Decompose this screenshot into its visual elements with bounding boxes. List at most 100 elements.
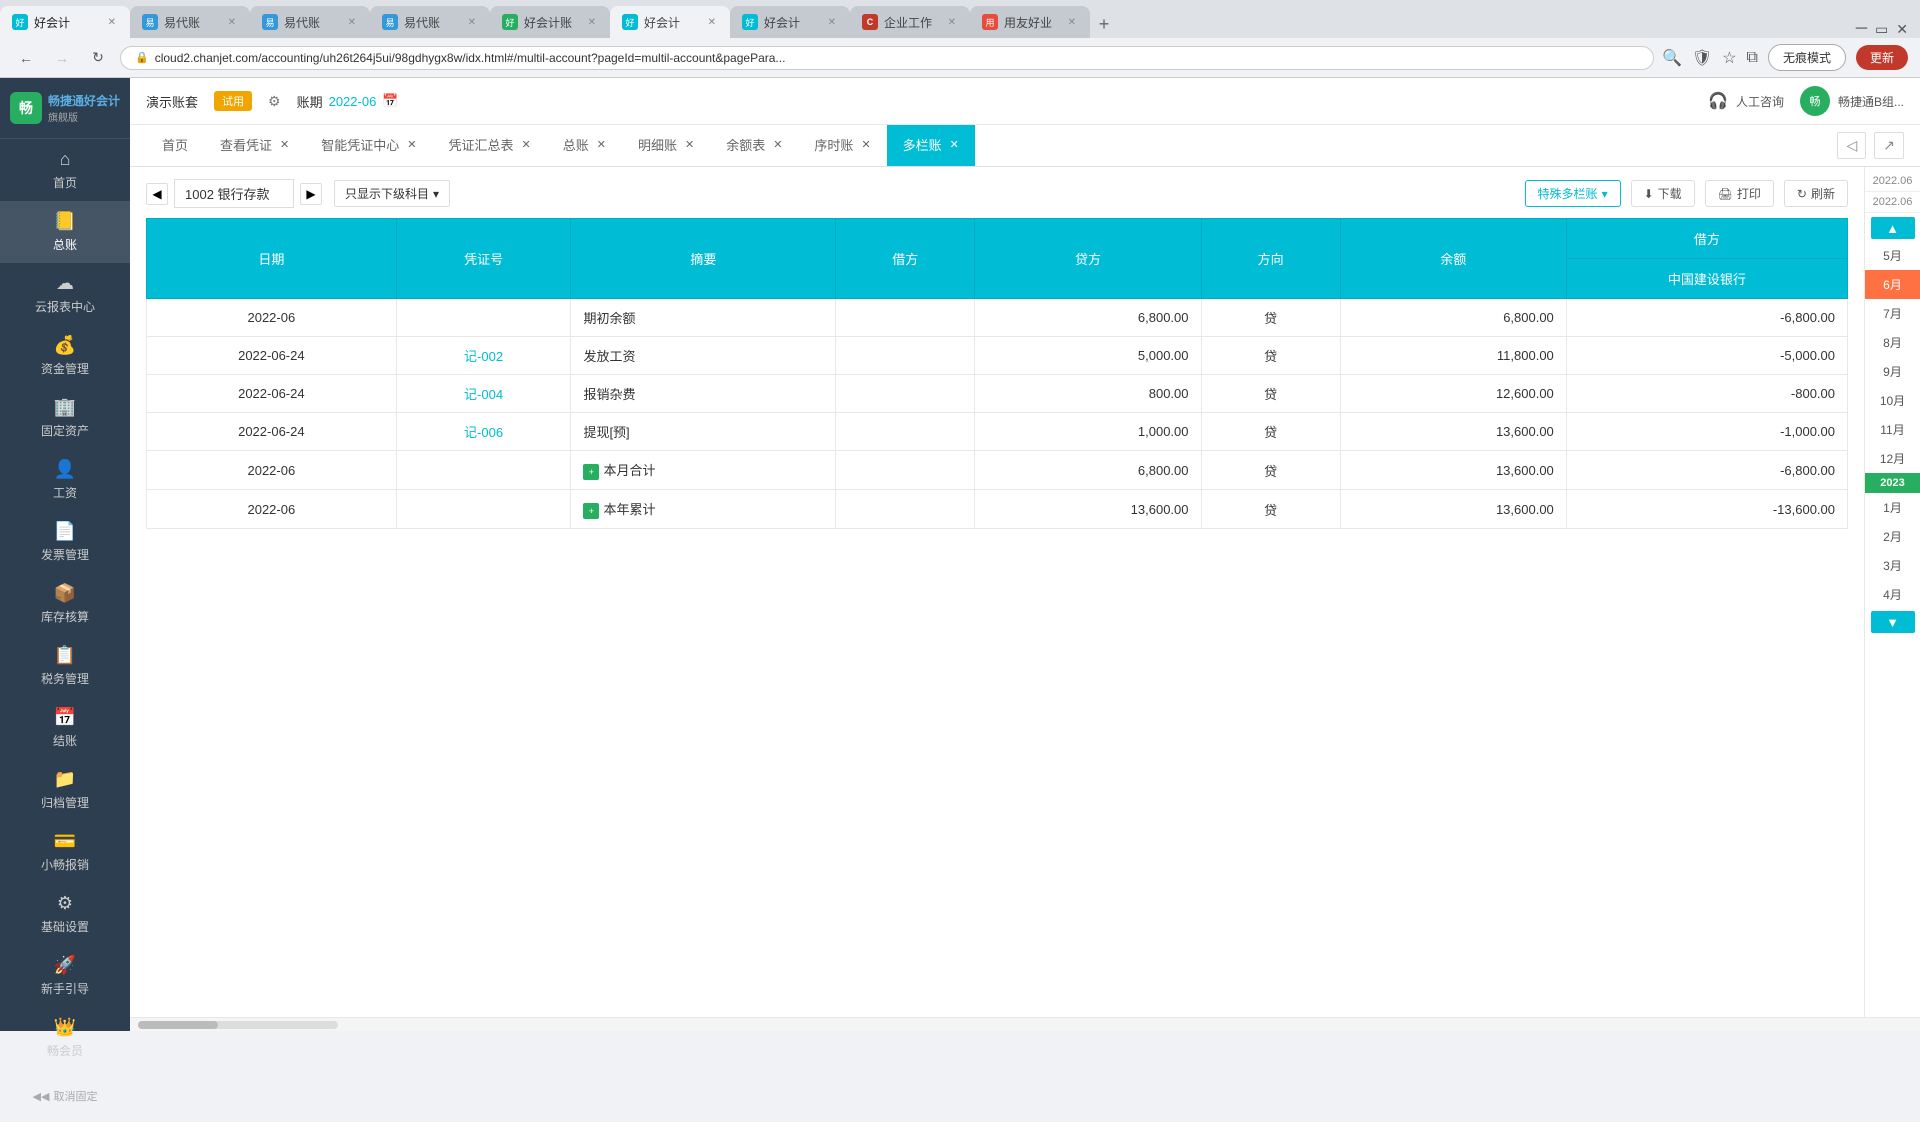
sidebar-item-archive[interactable]: 📁 归档管理 bbox=[0, 759, 130, 821]
sidebar-item-ledger[interactable]: 📒 总账 bbox=[0, 201, 130, 263]
sidebar-item-tax[interactable]: 📋 税务管理 bbox=[0, 635, 130, 697]
browser-tab-5[interactable]: 好 好会计 ✕ bbox=[610, 6, 730, 38]
tab-journal-close[interactable]: ✕ bbox=[861, 138, 870, 151]
tab-close-7[interactable]: ✕ bbox=[946, 15, 958, 30]
tab-close-3[interactable]: ✕ bbox=[466, 15, 478, 30]
user-name[interactable]: 畅捷通B组... bbox=[1838, 93, 1904, 110]
expand-panel-btn[interactable]: ↗ bbox=[1874, 132, 1904, 159]
star-icon[interactable]: ☆ bbox=[1722, 48, 1736, 68]
month-8月[interactable]: 8月 bbox=[1865, 328, 1920, 357]
bottom-scrollbar[interactable] bbox=[130, 1017, 1920, 1031]
search-icon[interactable]: 🔍 bbox=[1662, 48, 1682, 68]
month-2023-4月[interactable]: 4月 bbox=[1865, 580, 1920, 609]
browser-tab-3[interactable]: 易 易代账 ✕ bbox=[370, 6, 490, 38]
sidebar-item-funds[interactable]: 💰 资金管理 bbox=[0, 325, 130, 387]
tab-voucher-view[interactable]: 查看凭证 ✕ bbox=[204, 125, 305, 166]
month-11月[interactable]: 11月 bbox=[1865, 415, 1920, 444]
browser-tab-6[interactable]: 好 好会计 ✕ bbox=[730, 6, 850, 38]
tab-voucher-summary-close[interactable]: ✕ bbox=[522, 138, 531, 151]
browser-tab-7[interactable]: C 企业工作 ✕ bbox=[850, 6, 970, 38]
sidebar-item-settings[interactable]: ⚙ 基础设置 bbox=[0, 883, 130, 945]
sidebar-item-guide[interactable]: 🚀 新手引导 bbox=[0, 945, 130, 1007]
url-bar[interactable]: 🔒 cloud2.chanjet.com/accounting/uh26t264… bbox=[120, 46, 1654, 70]
cell-voucher[interactable]: 记-006 bbox=[396, 413, 571, 451]
tab-home[interactable]: 首页 bbox=[146, 125, 204, 166]
download-btn[interactable]: ⬇ 下载 bbox=[1631, 180, 1695, 207]
month-5月[interactable]: 5月 bbox=[1865, 241, 1920, 270]
settings-topbar-icon[interactable]: ⚙ bbox=[268, 93, 281, 110]
unpin-btn[interactable]: ◀◀ 取消固定 bbox=[0, 1080, 130, 1112]
browser-tab-2[interactable]: 易 易代账 ✕ bbox=[250, 6, 370, 38]
sidebar-item-reports[interactable]: ☁ 云报表中心 bbox=[0, 263, 130, 325]
tab-multi-col[interactable]: 多栏账 ✕ bbox=[887, 125, 975, 166]
forward-btn[interactable]: → bbox=[48, 44, 76, 72]
restore-btn[interactable]: ▭ bbox=[1875, 21, 1888, 38]
tab-close-btn[interactable]: ✕ bbox=[106, 15, 118, 30]
update-btn[interactable]: 更新 bbox=[1856, 45, 1908, 70]
new-tab-btn[interactable]: + bbox=[1090, 10, 1118, 38]
refresh-btn[interactable]: ↻ 刷新 bbox=[1784, 180, 1848, 207]
sidebar-item-assets[interactable]: 🏢 固定资产 bbox=[0, 387, 130, 449]
month-7月[interactable]: 7月 bbox=[1865, 299, 1920, 328]
tab-balance[interactable]: 余额表 ✕ bbox=[710, 125, 798, 166]
tab-balance-close[interactable]: ✕ bbox=[773, 138, 782, 151]
month-2023-3月[interactable]: 3月 bbox=[1865, 551, 1920, 580]
back-btn[interactable]: ← bbox=[12, 44, 40, 72]
tab-close-5[interactable]: ✕ bbox=[706, 15, 718, 30]
refresh-nav-btn[interactable]: ↻ bbox=[84, 44, 112, 72]
tab-detail-ledger[interactable]: 明细账 ✕ bbox=[622, 125, 710, 166]
sidebar-item-home[interactable]: ⌂ 首页 bbox=[0, 139, 130, 201]
tab-close-4[interactable]: ✕ bbox=[586, 15, 598, 30]
stealth-btn[interactable]: 无痕模式 bbox=[1768, 44, 1846, 71]
voucher-link[interactable]: 记-004 bbox=[464, 387, 503, 402]
user-avatar[interactable]: 畅 bbox=[1800, 86, 1830, 116]
user-service-label[interactable]: 人工咨询 bbox=[1736, 93, 1784, 110]
tab-general-ledger-close[interactable]: ✕ bbox=[597, 138, 606, 151]
sidebar-item-expense[interactable]: 💳 小畅报销 bbox=[0, 821, 130, 883]
scroll-down-btn[interactable]: ▼ bbox=[1871, 611, 1915, 633]
month-2023-2月[interactable]: 2月 bbox=[1865, 522, 1920, 551]
close-window-btn[interactable]: ✕ bbox=[1896, 21, 1908, 38]
tab-multi-col-close[interactable]: ✕ bbox=[950, 138, 959, 151]
sidebar-item-member[interactable]: 👑 畅会员 bbox=[0, 1007, 130, 1069]
tab-close-8[interactable]: ✕ bbox=[1066, 15, 1078, 30]
next-account-btn[interactable]: ▶ bbox=[300, 183, 322, 205]
browser-tab-4[interactable]: 好 好会计账 ✕ bbox=[490, 6, 610, 38]
special-multi-col-btn[interactable]: 特殊多栏账 ▾ bbox=[1525, 180, 1621, 207]
tab-voucher-summary[interactable]: 凭证汇总表 ✕ bbox=[432, 125, 546, 166]
voucher-link[interactable]: 记-006 bbox=[464, 425, 503, 440]
cell-voucher[interactable]: 记-004 bbox=[396, 375, 571, 413]
extensions-icon[interactable]: ⧉ bbox=[1747, 49, 1758, 67]
shield-icon[interactable]: 🛡 bbox=[1692, 48, 1712, 68]
tab-journal[interactable]: 序时账 ✕ bbox=[798, 125, 886, 166]
browser-tab-active[interactable]: 好 好会计 ✕ bbox=[0, 6, 130, 38]
collapse-panel-btn[interactable]: ◁ bbox=[1837, 132, 1866, 159]
sidebar-item-salary[interactable]: 👤 工资 bbox=[0, 449, 130, 511]
month-10月[interactable]: 10月 bbox=[1865, 386, 1920, 415]
calendar-icon[interactable]: 📅 bbox=[382, 93, 398, 109]
sidebar-item-inventory[interactable]: 📦 库存核算 bbox=[0, 573, 130, 635]
tab-detail-ledger-close[interactable]: ✕ bbox=[685, 138, 694, 151]
tab-voucher-view-close[interactable]: ✕ bbox=[280, 138, 289, 151]
tab-close-6[interactable]: ✕ bbox=[826, 15, 838, 30]
scroll-up-btn[interactable]: ▲ bbox=[1871, 217, 1915, 239]
tab-close-2[interactable]: ✕ bbox=[346, 15, 358, 30]
tab-smart-voucher-close[interactable]: ✕ bbox=[407, 138, 416, 151]
tab-smart-voucher[interactable]: 智能凭证中心 ✕ bbox=[305, 125, 432, 166]
month-9月[interactable]: 9月 bbox=[1865, 357, 1920, 386]
sidebar-item-invoice[interactable]: 📄 发票管理 bbox=[0, 511, 130, 573]
browser-tab-1[interactable]: 易 易代账 ✕ bbox=[130, 6, 250, 38]
month-6月[interactable]: 6月 bbox=[1865, 270, 1920, 299]
tab-close-1[interactable]: ✕ bbox=[226, 15, 238, 30]
period-value[interactable]: 2022-06 bbox=[329, 94, 377, 109]
month-2023-1月[interactable]: 1月 bbox=[1865, 493, 1920, 522]
scrollbar-thumb[interactable] bbox=[138, 1021, 218, 1029]
minimize-btn[interactable]: ─ bbox=[1856, 20, 1867, 38]
prev-account-btn[interactable]: ◀ bbox=[146, 183, 168, 205]
sidebar-item-close[interactable]: 📅 结账 bbox=[0, 697, 130, 759]
tab-general-ledger[interactable]: 总账 ✕ bbox=[547, 125, 622, 166]
month-12月[interactable]: 12月 bbox=[1865, 444, 1920, 473]
voucher-link[interactable]: 记-002 bbox=[464, 349, 503, 364]
browser-tab-8[interactable]: 用 用友好业 ✕ bbox=[970, 6, 1090, 38]
cell-voucher[interactable]: 记-002 bbox=[396, 337, 571, 375]
